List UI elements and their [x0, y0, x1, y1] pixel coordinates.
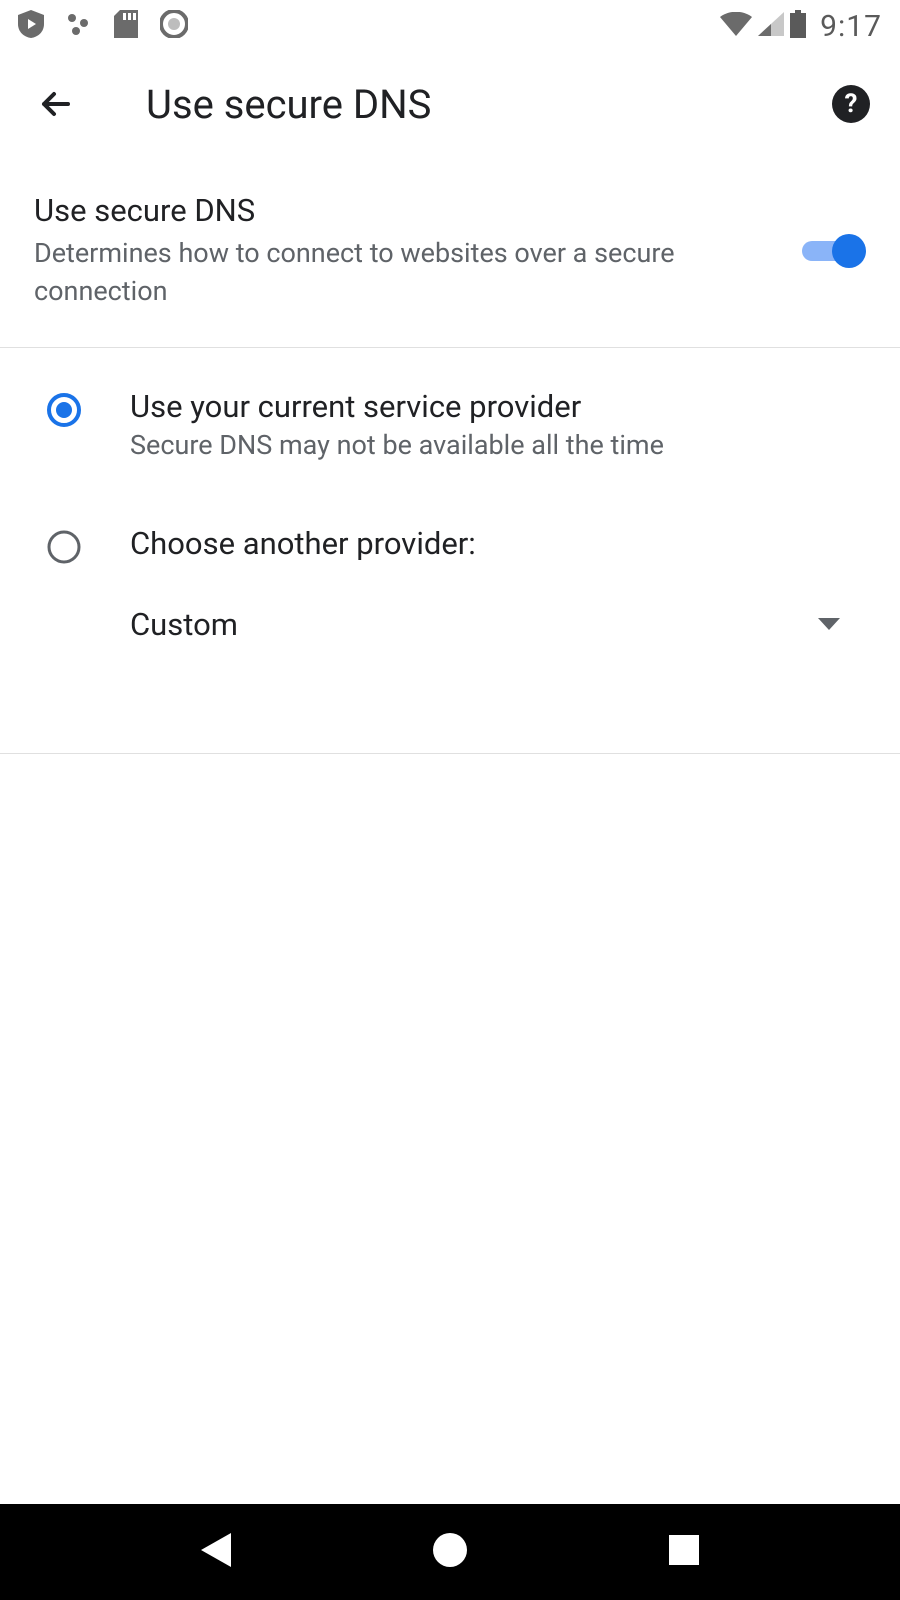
toggle-description: Determines how to connect to websites ov… — [34, 235, 762, 311]
status-time: 9:17 — [820, 9, 882, 44]
circle-icon — [160, 10, 188, 42]
radio-unselected-icon — [46, 529, 82, 565]
secure-dns-toggle-row[interactable]: Use secure DNS Determines how to connect… — [0, 156, 900, 348]
shield-play-icon — [18, 10, 44, 42]
nav-home-button[interactable] — [433, 1533, 467, 1571]
provider-options: Use your current service provider Secure… — [0, 348, 900, 754]
question-icon: ? — [845, 89, 858, 119]
option-current-title: Use your current service provider — [130, 388, 866, 425]
help-button[interactable]: ? — [832, 85, 870, 123]
nav-back-button[interactable] — [201, 1533, 231, 1571]
back-button[interactable] — [34, 82, 78, 126]
triangle-left-icon — [201, 1533, 231, 1567]
arrow-left-icon — [36, 84, 76, 124]
status-right-icons: 9:17 — [720, 9, 882, 44]
option-another-title: Choose another provider: — [130, 525, 866, 562]
nav-recent-button[interactable] — [669, 1535, 699, 1569]
battery-icon — [790, 10, 806, 42]
option-current-provider[interactable]: Use your current service provider Secure… — [46, 376, 866, 485]
circle-icon — [433, 1533, 467, 1567]
app-bar: Use secure DNS ? — [0, 52, 900, 156]
provider-dropdown[interactable]: Custom — [130, 606, 866, 643]
page-title: Use secure DNS — [146, 81, 431, 128]
dots-icon — [66, 11, 92, 41]
radio-selected-icon — [46, 392, 82, 428]
navigation-bar — [0, 1504, 900, 1600]
secure-dns-switch[interactable] — [802, 231, 866, 271]
sd-card-icon — [114, 10, 138, 42]
wifi-icon — [720, 12, 752, 40]
option-another-provider[interactable]: Choose another provider: — [46, 485, 866, 576]
chevron-down-icon — [818, 615, 840, 634]
option-current-description: Secure DNS may not be available all the … — [130, 429, 866, 461]
status-left-icons — [18, 10, 188, 42]
dropdown-selected-value: Custom — [130, 606, 238, 643]
toggle-title: Use secure DNS — [34, 192, 762, 229]
status-bar: 9:17 — [0, 0, 900, 52]
cell-signal-icon — [758, 12, 784, 40]
square-icon — [669, 1535, 699, 1565]
